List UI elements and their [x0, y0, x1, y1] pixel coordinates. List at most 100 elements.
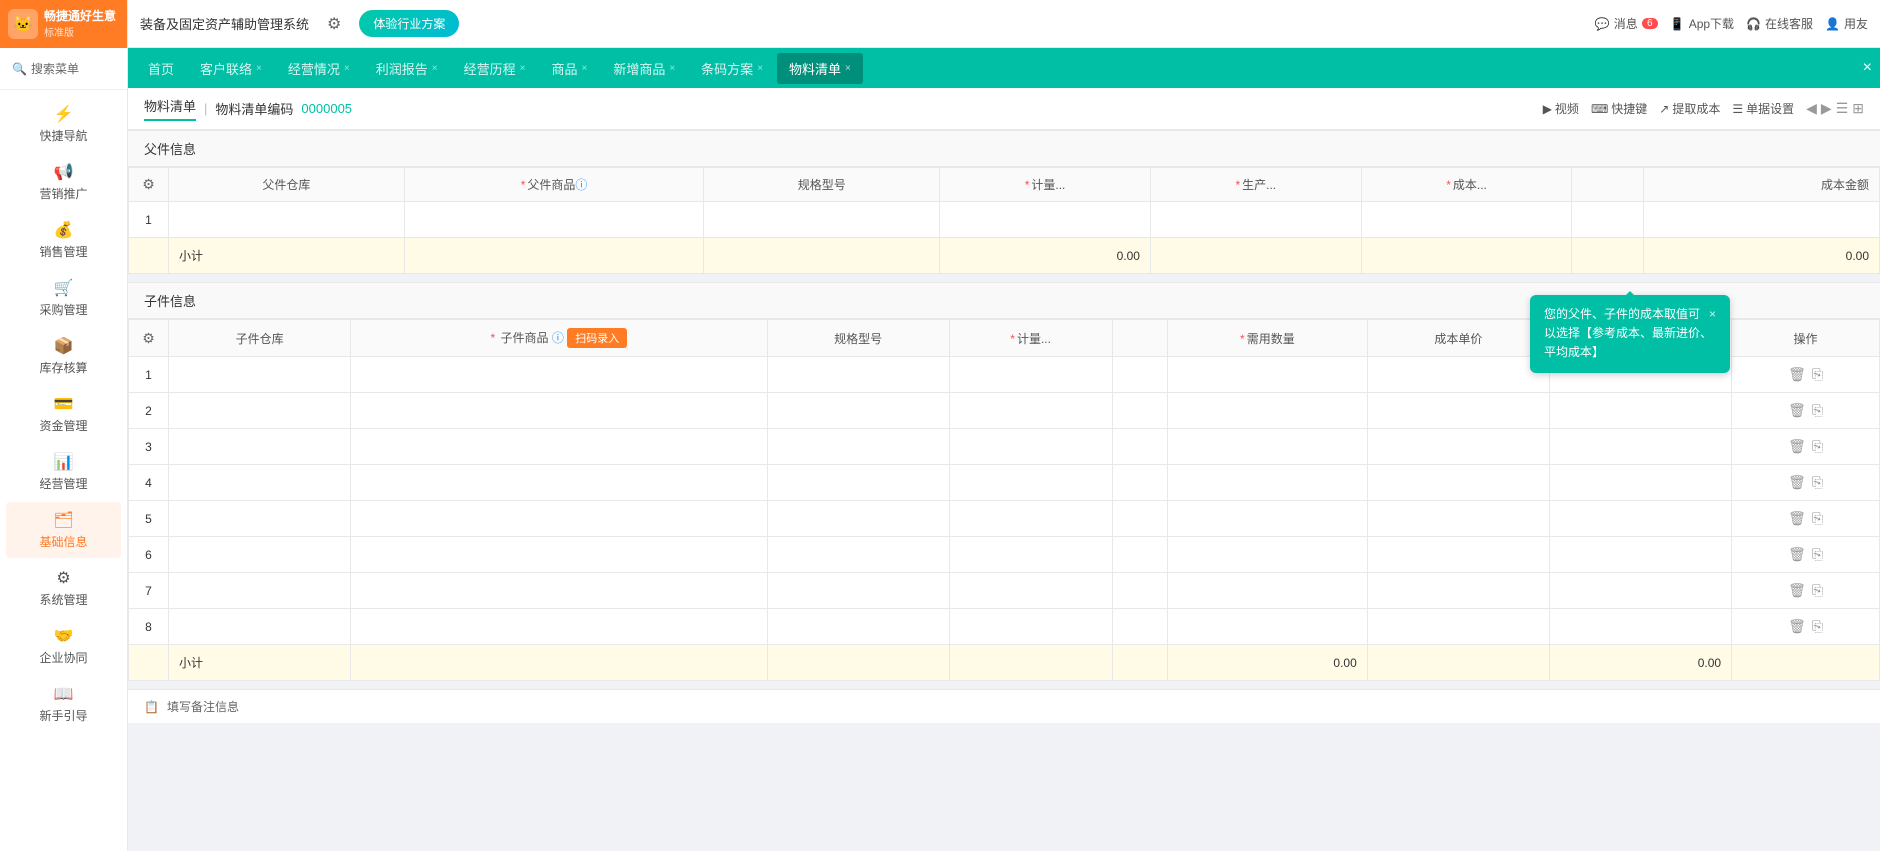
- scan-input-button[interactable]: 扫码录入: [567, 328, 627, 348]
- sidebar-search-area[interactable]: 🔍 搜索菜单: [0, 48, 127, 90]
- system-settings-button[interactable]: ⚙: [317, 10, 351, 38]
- prev-page[interactable]: ◀: [1806, 100, 1817, 117]
- child-row-7-warehouse[interactable]: [169, 573, 351, 609]
- sidebar-item-operation[interactable]: 📊 经营管理: [6, 444, 121, 500]
- child-row-6-unit-cost[interactable]: [1367, 537, 1549, 573]
- child-row-3-unit-cost[interactable]: [1367, 429, 1549, 465]
- message-action[interactable]: 💬 消息 6: [1595, 15, 1658, 32]
- tab-operations-close[interactable]: ×: [344, 63, 350, 74]
- parent-col-settings[interactable]: ⚙: [129, 168, 169, 202]
- child-row-5-unit-cost[interactable]: [1367, 501, 1549, 537]
- child-row-4-copy-icon[interactable]: ⎘: [1812, 474, 1823, 491]
- tab-close-all[interactable]: ×: [1863, 59, 1872, 77]
- list-view[interactable]: ☰: [1836, 100, 1849, 117]
- child-row-8-warehouse[interactable]: [169, 609, 351, 645]
- tab-barcode-close[interactable]: ×: [757, 63, 763, 74]
- sidebar-item-finance[interactable]: 💳 资金管理: [6, 386, 121, 442]
- child-row-3-qty[interactable]: [949, 429, 1112, 465]
- child-row-2-spec[interactable]: [767, 393, 949, 429]
- tab-history-close[interactable]: ×: [520, 63, 526, 74]
- sidebar-item-collab[interactable]: 🤝 企业协同: [6, 618, 121, 674]
- sidebar-item-quick-nav[interactable]: ⚡ 快捷导航: [6, 96, 121, 152]
- child-row-1-unit-cost[interactable]: [1367, 357, 1549, 393]
- child-row-3-spec[interactable]: [767, 429, 949, 465]
- child-row-5-product[interactable]: [351, 501, 767, 537]
- sidebar-item-inventory[interactable]: 📦 库存核算: [6, 328, 121, 384]
- sidebar-item-basic-info[interactable]: 🗂 基础信息: [6, 502, 121, 558]
- tab-customer-close[interactable]: ×: [256, 63, 262, 74]
- sidebar-item-guide[interactable]: 📖 新手引导: [6, 676, 121, 732]
- tab-profit-close[interactable]: ×: [432, 63, 438, 74]
- tab-barcode[interactable]: 条码方案 ×: [689, 53, 775, 84]
- child-row-3-delete-icon[interactable]: 🗑: [1788, 438, 1806, 455]
- tab-new-goods-close[interactable]: ×: [669, 63, 675, 74]
- breadcrumb-tab1[interactable]: 物料清单: [144, 96, 196, 121]
- child-row-5-qty[interactable]: [949, 501, 1112, 537]
- child-row-7-product[interactable]: [351, 573, 767, 609]
- child-row-5-delete-icon[interactable]: 🗑: [1788, 510, 1806, 527]
- view-action[interactable]: ▶ 视频: [1543, 100, 1579, 117]
- breadcrumb-tab2[interactable]: 物料清单编码: [215, 99, 293, 118]
- child-row-4-qty[interactable]: [949, 465, 1112, 501]
- child-row-3-copy-icon[interactable]: ⎘: [1812, 438, 1823, 455]
- child-row-5-need-qty[interactable]: [1167, 501, 1367, 537]
- tab-bom-close[interactable]: ×: [845, 63, 851, 74]
- child-row-5-spec[interactable]: [767, 501, 949, 537]
- child-row-2-need-qty[interactable]: [1167, 393, 1367, 429]
- child-row-1-copy-icon[interactable]: ⎘: [1812, 366, 1823, 383]
- parent-row-1-product[interactable]: [404, 202, 704, 238]
- tab-bom[interactable]: 物料清单 ×: [777, 53, 863, 84]
- child-row-6-product[interactable]: [351, 537, 767, 573]
- child-row-1-delete-icon[interactable]: 🗑: [1788, 366, 1806, 383]
- child-col-settings[interactable]: ⚙: [129, 320, 169, 357]
- child-row-1-spec[interactable]: [767, 357, 949, 393]
- single-setting-action[interactable]: ☰ 单据设置: [1732, 100, 1794, 117]
- child-row-7-qty[interactable]: [949, 573, 1112, 609]
- sidebar-item-purchase[interactable]: 🛒 采购管理: [6, 270, 121, 326]
- child-row-4-product[interactable]: [351, 465, 767, 501]
- child-row-6-need-qty[interactable]: [1167, 537, 1367, 573]
- sidebar-item-system[interactable]: ⚙ 系统管理: [6, 560, 121, 616]
- child-row-4-unit-cost[interactable]: [1367, 465, 1549, 501]
- child-row-1-need-qty[interactable]: [1167, 357, 1367, 393]
- tab-goods[interactable]: 商品 ×: [539, 53, 599, 84]
- child-row-7-spec[interactable]: [767, 573, 949, 609]
- child-row-1-qty[interactable]: [949, 357, 1112, 393]
- tab-operations[interactable]: 经营情况 ×: [276, 53, 362, 84]
- child-row-4-need-qty[interactable]: [1167, 465, 1367, 501]
- child-row-8-copy-icon[interactable]: ⎘: [1812, 618, 1823, 635]
- bottom-hint[interactable]: 填写备注信息: [167, 698, 239, 715]
- tab-history[interactable]: 经营历程 ×: [452, 53, 538, 84]
- tab-customer[interactable]: 客户联络 ×: [188, 53, 274, 84]
- child-row-5-warehouse[interactable]: [169, 501, 351, 537]
- app-download-action[interactable]: 📱 App下载: [1670, 15, 1734, 32]
- tab-home[interactable]: 首页: [136, 53, 186, 84]
- sidebar-item-sales[interactable]: 💰 销售管理: [6, 212, 121, 268]
- child-row-8-unit-cost[interactable]: [1367, 609, 1549, 645]
- child-row-3-warehouse[interactable]: [169, 429, 351, 465]
- child-row-2-product[interactable]: [351, 393, 767, 429]
- parent-row-1-spec[interactable]: [704, 202, 940, 238]
- grid-view[interactable]: ⊞: [1852, 100, 1864, 117]
- user-action[interactable]: 👤 用友: [1825, 15, 1868, 32]
- online-service-action[interactable]: 🎧 在线客服: [1746, 15, 1813, 32]
- child-row-4-delete-icon[interactable]: 🗑: [1788, 474, 1806, 491]
- child-row-2-unit-cost[interactable]: [1367, 393, 1549, 429]
- child-row-2-copy-icon[interactable]: ⎘: [1812, 402, 1823, 419]
- child-row-8-need-qty[interactable]: [1167, 609, 1367, 645]
- child-row-2-delete-icon[interactable]: 🗑: [1788, 402, 1806, 419]
- extract-cost-action[interactable]: ↗ 提取成本: [1659, 100, 1720, 117]
- child-row-6-warehouse[interactable]: [169, 537, 351, 573]
- tab-new-goods[interactable]: 新增商品 ×: [601, 53, 687, 84]
- child-row-4-spec[interactable]: [767, 465, 949, 501]
- child-row-6-qty[interactable]: [949, 537, 1112, 573]
- child-row-7-need-qty[interactable]: [1167, 573, 1367, 609]
- child-row-2-qty[interactable]: [949, 393, 1112, 429]
- tab-goods-close[interactable]: ×: [581, 63, 587, 74]
- child-row-6-delete-icon[interactable]: 🗑: [1788, 546, 1806, 563]
- child-row-6-spec[interactable]: [767, 537, 949, 573]
- child-row-8-spec[interactable]: [767, 609, 949, 645]
- parent-row-1-cost[interactable]: [1361, 202, 1572, 238]
- child-row-6-copy-icon[interactable]: ⎘: [1812, 546, 1823, 563]
- child-row-3-need-qty[interactable]: [1167, 429, 1367, 465]
